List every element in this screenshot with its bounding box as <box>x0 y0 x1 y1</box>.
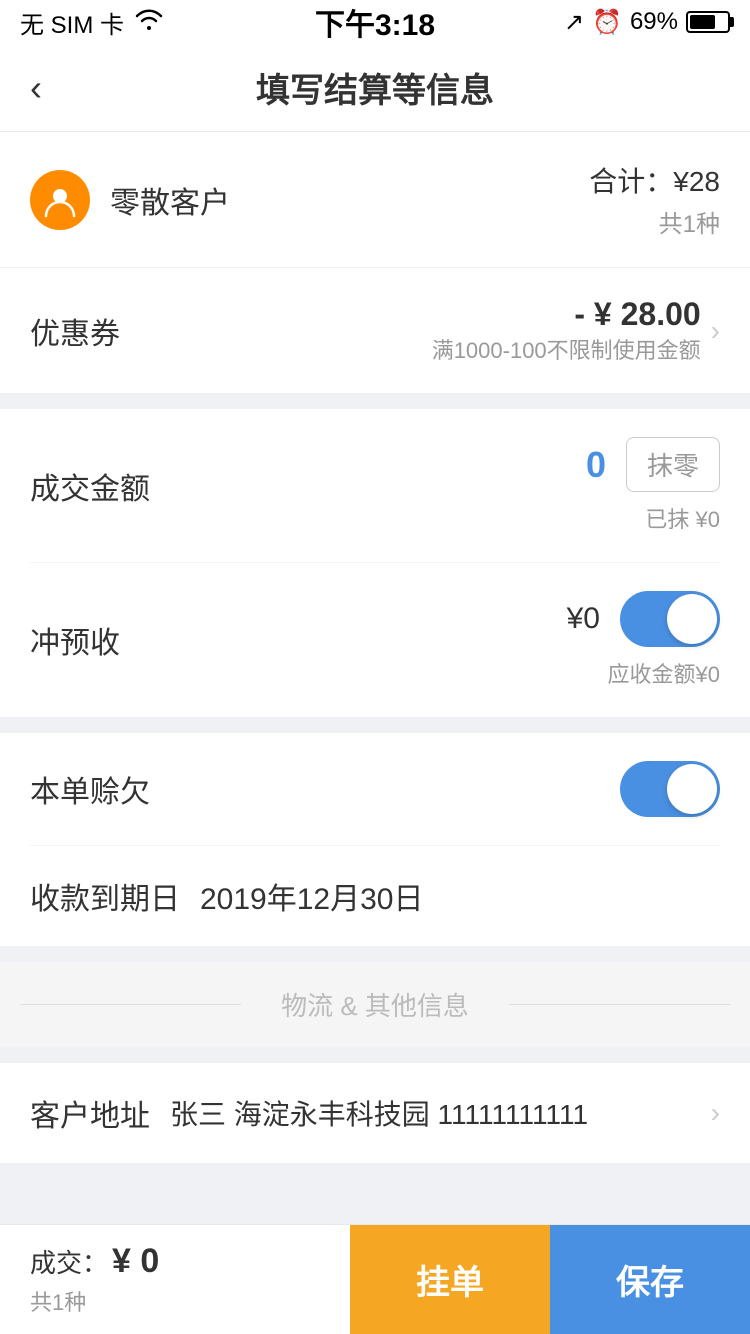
coupon-description: 满1000-100不限制使用金额 <box>432 333 701 365</box>
customer-row: 零散客户 合计：¥28 共1种 <box>0 132 750 267</box>
toggle-knob <box>667 594 717 644</box>
transaction-section: 成交金额 0 抹零 已抹 ¥0 冲预收 ¥0 <box>0 409 750 717</box>
coupon-row[interactable]: 优惠券 - ¥ 28.00 满1000-100不限制使用金额 › <box>0 267 750 393</box>
alarm-icon: ⏰ <box>592 8 622 37</box>
due-date-label: 收款到期日 <box>30 874 180 918</box>
status-left: 无 SIM 卡 <box>20 5 164 40</box>
amount-right: 0 抹零 <box>586 437 720 492</box>
avatar <box>30 170 90 230</box>
save-button[interactable]: 保存 <box>550 1225 750 1334</box>
prepay-toggle[interactable] <box>620 591 720 647</box>
bottom-transaction-amount: ¥ 0 <box>112 1242 159 1281</box>
location-icon: ↗ <box>564 8 584 37</box>
debt-label: 本单赊欠 <box>30 767 150 811</box>
total-label: 合计：¥28 <box>589 160 720 200</box>
prepay-row: 冲预收 ¥0 应收金额¥0 <box>30 563 720 717</box>
address-chevron-icon: › <box>711 1097 720 1129</box>
logistics-divider: 物流 & 其他信息 <box>0 962 750 1047</box>
content: 零散客户 合计：¥28 共1种 优惠券 - ¥ 28.00 满1000-100不… <box>0 132 750 1299</box>
customer-section: 零散客户 合计：¥28 共1种 优惠券 - ¥ 28.00 满1000-100不… <box>0 132 750 393</box>
due-date-value: 2019年12月30日 <box>200 874 423 918</box>
bottom-transaction-label: 成交： <box>30 1243 108 1280</box>
debt-toggle-knob <box>667 764 717 814</box>
battery-percent: 69% <box>630 8 678 36</box>
amount-note: 已抹 ¥0 <box>645 502 720 534</box>
prepay-note: 应收金额¥0 <box>608 657 720 689</box>
page-title: 填写结算等信息 <box>256 63 494 112</box>
debt-section: 本单赊欠 收款到期日 2019年12月30日 <box>0 733 750 946</box>
debt-row: 本单赊欠 <box>30 733 720 845</box>
due-date-row: 收款到期日 2019年12月30日 <box>30 845 720 946</box>
customer-name: 零散客户 <box>110 178 230 222</box>
amount-label: 成交金额 <box>30 464 150 508</box>
coupon-label: 优惠券 <box>30 309 120 353</box>
amount-row: 成交金额 0 抹零 已抹 ¥0 <box>30 409 720 563</box>
debt-toggle[interactable] <box>620 761 720 817</box>
status-bar: 无 SIM 卡 下午3:18 ↗ ⏰ 69% <box>0 0 750 44</box>
round-off-button[interactable]: 抹零 <box>626 437 720 492</box>
coupon-right: - ¥ 28.00 满1000-100不限制使用金额 › <box>432 296 720 365</box>
coupon-details: - ¥ 28.00 满1000-100不限制使用金额 <box>432 296 701 365</box>
customer-right: 合计：¥28 共1种 <box>589 160 720 239</box>
bottom-bar: 成交： ¥ 0 共1种 挂单 保存 <box>0 1224 750 1334</box>
logistics-label: 物流 & 其他信息 <box>0 962 750 1047</box>
bottom-count: 共1种 <box>30 1285 320 1317</box>
battery-icon <box>686 11 730 33</box>
amount-value: 0 <box>586 444 606 486</box>
customer-left: 零散客户 <box>30 170 230 230</box>
address-value: 张三 海淀永丰科技园 11111111111 <box>170 1093 701 1133</box>
back-button[interactable]: ‹ <box>30 67 42 109</box>
prepay-label: 冲预收 <box>30 618 120 662</box>
status-right: ↗ ⏰ 69% <box>564 8 730 37</box>
nav-bar: ‹ 填写结算等信息 <box>0 44 750 132</box>
prepay-right: ¥0 <box>567 591 720 647</box>
total-count: 共1种 <box>589 204 720 239</box>
hang-button[interactable]: 挂单 <box>350 1225 550 1334</box>
prepay-amount: ¥0 <box>567 602 600 636</box>
bottom-info: 成交： ¥ 0 共1种 <box>0 1242 350 1317</box>
coupon-discount: - ¥ 28.00 <box>574 296 700 333</box>
address-section[interactable]: 客户地址 张三 海淀永丰科技园 11111111111 › <box>0 1063 750 1163</box>
coupon-chevron-icon: › <box>711 315 720 347</box>
address-label: 客户地址 <box>30 1091 150 1135</box>
wifi-icon <box>134 8 164 37</box>
address-row[interactable]: 客户地址 张三 海淀永丰科技园 11111111111 › <box>0 1063 750 1163</box>
status-time: 下午3:18 <box>315 0 435 44</box>
carrier-text: 无 SIM 卡 <box>20 5 124 40</box>
